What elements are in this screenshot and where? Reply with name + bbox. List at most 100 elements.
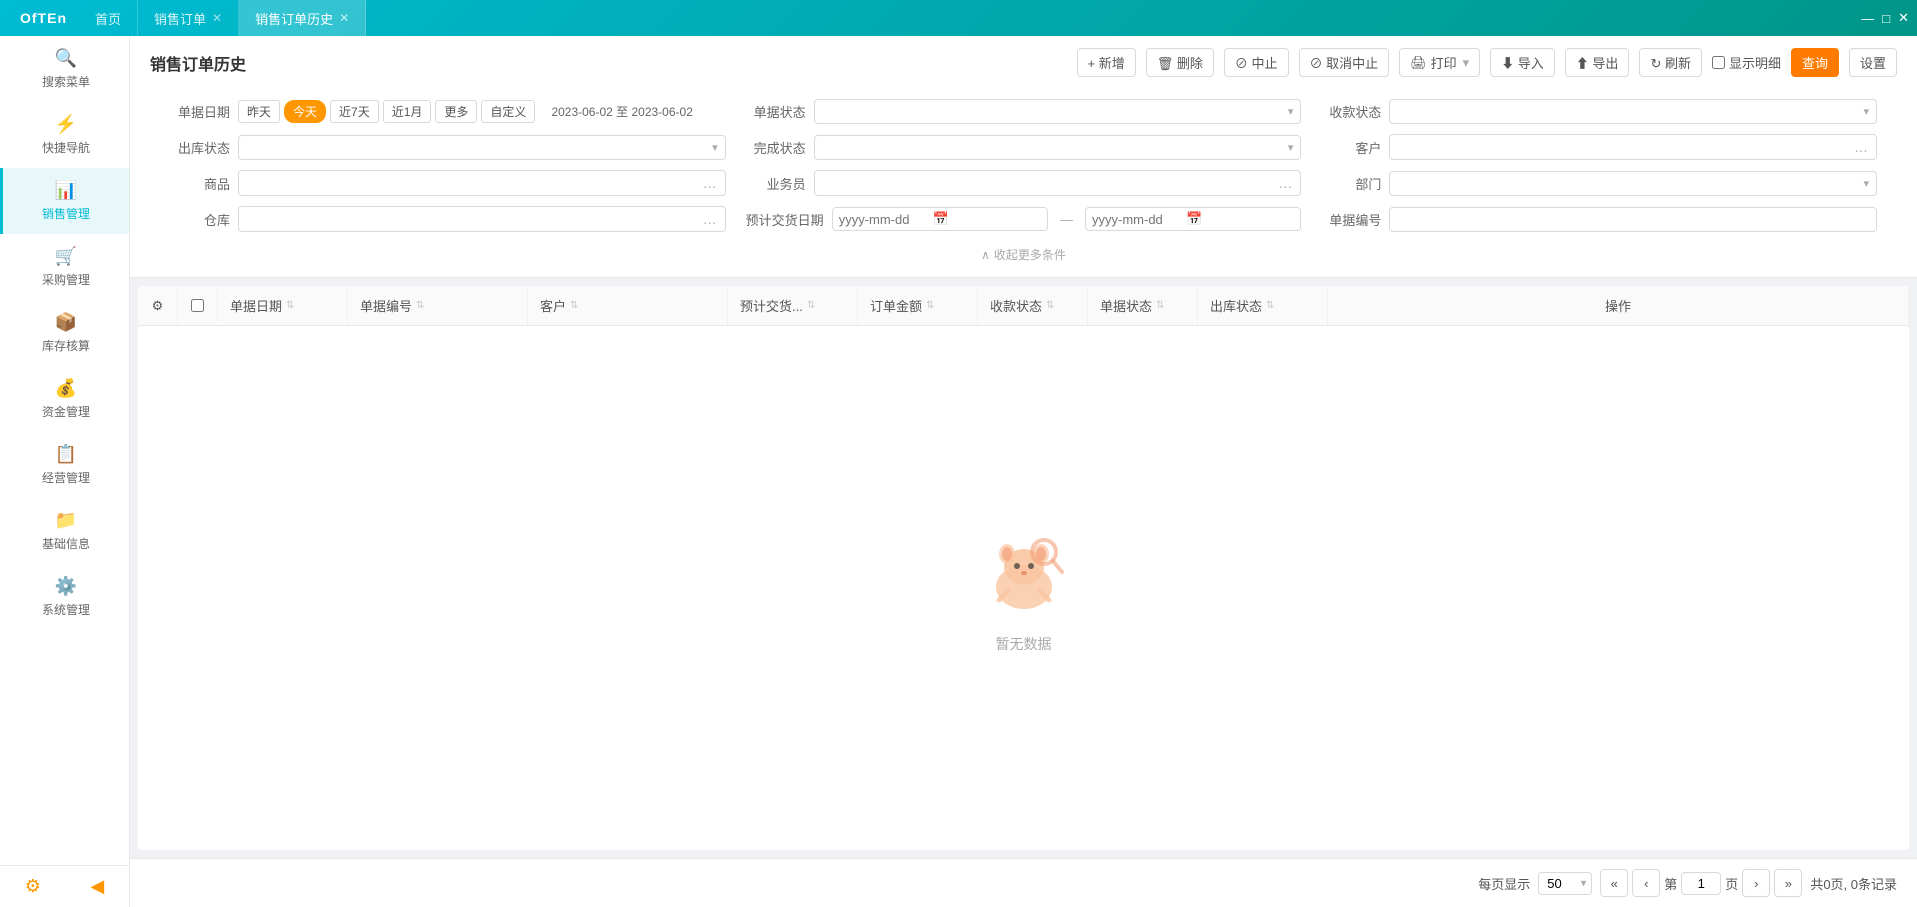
- date-dash: —: [1060, 212, 1073, 227]
- date-btn-more[interactable]: 更多: [435, 100, 477, 123]
- calendar-start-icon[interactable]: 📅: [933, 211, 949, 227]
- print-dropdown-arrow[interactable]: ▾: [1463, 55, 1470, 71]
- date-quick-buttons: 昨天 今天 近7天 近1月 更多 自定义: [238, 100, 535, 123]
- dept-label: 部门: [1321, 174, 1381, 193]
- recv-status-label: 收款状态: [1321, 102, 1381, 121]
- date-btn-7days[interactable]: 近7天: [330, 100, 379, 123]
- table-settings-btn[interactable]: ⚙: [138, 288, 178, 324]
- goods-dots[interactable]: …: [703, 175, 717, 191]
- sidebar-item-search[interactable]: 🔍 搜索菜单: [0, 36, 129, 102]
- sidebar-item-basic-info[interactable]: 📁 基础信息: [0, 498, 129, 564]
- filter-row-3: 商品 … 业务员 … 部门: [170, 170, 1877, 196]
- first-page-button[interactable]: «: [1600, 869, 1628, 897]
- refresh-button[interactable]: ↻ 刷新: [1639, 48, 1702, 77]
- customer-input[interactable]: [1398, 140, 1854, 155]
- complete-status-select-wrapper: ▾: [814, 135, 1302, 160]
- salesman-label: 业务员: [746, 174, 806, 193]
- page-number-input[interactable]: [1681, 872, 1721, 895]
- warehouse-dots[interactable]: …: [703, 211, 717, 227]
- collapse-button[interactable]: ∧ 收起更多条件: [981, 246, 1066, 263]
- close-sales-order-tab[interactable]: ✕: [212, 11, 222, 25]
- date-btn-1month[interactable]: 近1月: [383, 100, 432, 123]
- col-header-amount[interactable]: 订单金额 ⇅: [858, 286, 978, 325]
- sidebar-item-system[interactable]: ⚙️ 系统管理: [0, 564, 129, 630]
- date-btn-custom[interactable]: 自定义: [481, 100, 535, 123]
- date-btn-yesterday[interactable]: 昨天: [238, 100, 280, 123]
- import-button[interactable]: ⬇ 导入: [1490, 48, 1555, 77]
- maximize-icon[interactable]: □: [1882, 11, 1890, 26]
- calendar-end-icon[interactable]: 📅: [1186, 211, 1202, 227]
- minimize-icon[interactable]: —: [1861, 11, 1874, 26]
- print-button[interactable]: 🖨 🖨 打印 打印 ▾: [1399, 48, 1480, 77]
- show-detail-checkbox-label[interactable]: 显示明细: [1712, 53, 1781, 72]
- sidebar-item-purchase[interactable]: 🛒 采购管理: [0, 234, 129, 300]
- per-page-label: 每页显示: [1478, 874, 1530, 893]
- out-status-label: 出库状态: [170, 138, 230, 157]
- sales-icon: 📊: [55, 180, 77, 201]
- empty-state: 暂无数据: [934, 482, 1114, 694]
- col-header-doc-num[interactable]: 单据编号 ⇅: [348, 286, 528, 325]
- doc-num-input[interactable]: [1389, 207, 1877, 232]
- col-header-doc-status[interactable]: 单据状态 ⇅: [1088, 286, 1198, 325]
- settings-button[interactable]: 设置: [1849, 48, 1897, 77]
- col-header-date[interactable]: 单据日期 ⇅: [218, 286, 348, 325]
- tab-home[interactable]: 首页: [79, 0, 138, 36]
- date-label: 单据日期: [170, 102, 230, 121]
- last-page-button[interactable]: »: [1774, 869, 1802, 897]
- warehouse-input[interactable]: [247, 212, 703, 227]
- delivery-date-start-input[interactable]: [839, 212, 929, 227]
- window-controls: — □ ✕: [1861, 10, 1909, 26]
- goods-label: 商品: [170, 174, 230, 193]
- query-button[interactable]: 查询: [1791, 48, 1839, 77]
- salesman-dots[interactable]: …: [1278, 175, 1292, 191]
- export-button[interactable]: ⬆ 导出: [1565, 48, 1630, 77]
- sort-delivery-icon: ⇅: [807, 300, 815, 311]
- recv-status-select[interactable]: [1389, 99, 1877, 124]
- table-check-all[interactable]: [178, 289, 218, 322]
- date-btn-today[interactable]: 今天: [284, 100, 326, 123]
- delivery-date-end-input[interactable]: [1092, 212, 1182, 227]
- next-page-button[interactable]: ›: [1742, 869, 1770, 897]
- check-all-checkbox[interactable]: [191, 299, 204, 312]
- brand-logo: OfTEn: [8, 10, 79, 26]
- sidebar-item-sales[interactable]: 📊 销售管理: [0, 168, 129, 234]
- salesman-input[interactable]: [823, 176, 1279, 191]
- table-header: ⚙ 单据日期 ⇅ 单据编号 ⇅ 客户 ⇅ 预计交货...: [138, 286, 1909, 326]
- dept-select[interactable]: [1389, 171, 1877, 196]
- col-header-recv-status[interactable]: 收款状态 ⇅: [978, 286, 1088, 325]
- page-size-select[interactable]: 10 20 50 100: [1538, 872, 1592, 895]
- recv-status-select-wrapper: ▾: [1389, 99, 1877, 124]
- sidebar-item-inventory[interactable]: 📦 库存核算: [0, 300, 129, 366]
- show-detail-checkbox[interactable]: [1712, 56, 1725, 69]
- col-header-ops: 操作: [1328, 286, 1909, 325]
- col-header-out-status[interactable]: 出库状态 ⇅: [1198, 286, 1328, 325]
- sort-date-icon: ⇅: [286, 300, 294, 311]
- stop-button[interactable]: ⊘ 中止: [1224, 48, 1289, 77]
- sidebar-item-quick-nav[interactable]: ⚡ 快捷导航: [0, 102, 129, 168]
- delete-button[interactable]: 🗑 删除: [1146, 48, 1214, 77]
- goods-input[interactable]: [247, 176, 703, 191]
- new-button[interactable]: + 新增: [1077, 48, 1136, 77]
- tab-sales-order-history[interactable]: 销售订单历史 ✕: [239, 0, 366, 36]
- tab-sales-order[interactable]: 销售订单 ✕: [138, 0, 239, 36]
- col-header-customer[interactable]: 客户 ⇅: [528, 286, 728, 325]
- settings-bottom-icon[interactable]: ⚙: [25, 876, 41, 897]
- sidebar-item-finance[interactable]: 💰 资金管理: [0, 366, 129, 432]
- close-icon[interactable]: ✕: [1898, 10, 1909, 26]
- delivery-date-label: 预计交货日期: [746, 210, 824, 229]
- salesman-input-wrapper: …: [814, 170, 1302, 196]
- prev-page-button[interactable]: ‹: [1632, 869, 1660, 897]
- search-icon: 🔍: [55, 48, 77, 69]
- collapse-sidebar-icon[interactable]: ◀: [90, 876, 104, 897]
- doc-status-select[interactable]: [814, 99, 1302, 124]
- sort-docstatus-icon: ⇅: [1156, 300, 1164, 311]
- customer-dots[interactable]: …: [1854, 139, 1868, 155]
- delivery-date-start-picker: 📅: [832, 207, 1048, 231]
- out-status-select[interactable]: [238, 135, 726, 160]
- complete-status-select[interactable]: [814, 135, 1302, 160]
- col-header-delivery[interactable]: 预计交货... ⇅: [728, 286, 858, 325]
- sidebar-item-operations[interactable]: 📋 经营管理: [0, 432, 129, 498]
- close-history-tab[interactable]: ✕: [339, 11, 349, 25]
- cancel-stop-button[interactable]: ⊘ 取消中止: [1299, 48, 1390, 77]
- top-bar: OfTEn 首页 销售订单 ✕ 销售订单历史 ✕ — □ ✕: [0, 0, 1917, 36]
